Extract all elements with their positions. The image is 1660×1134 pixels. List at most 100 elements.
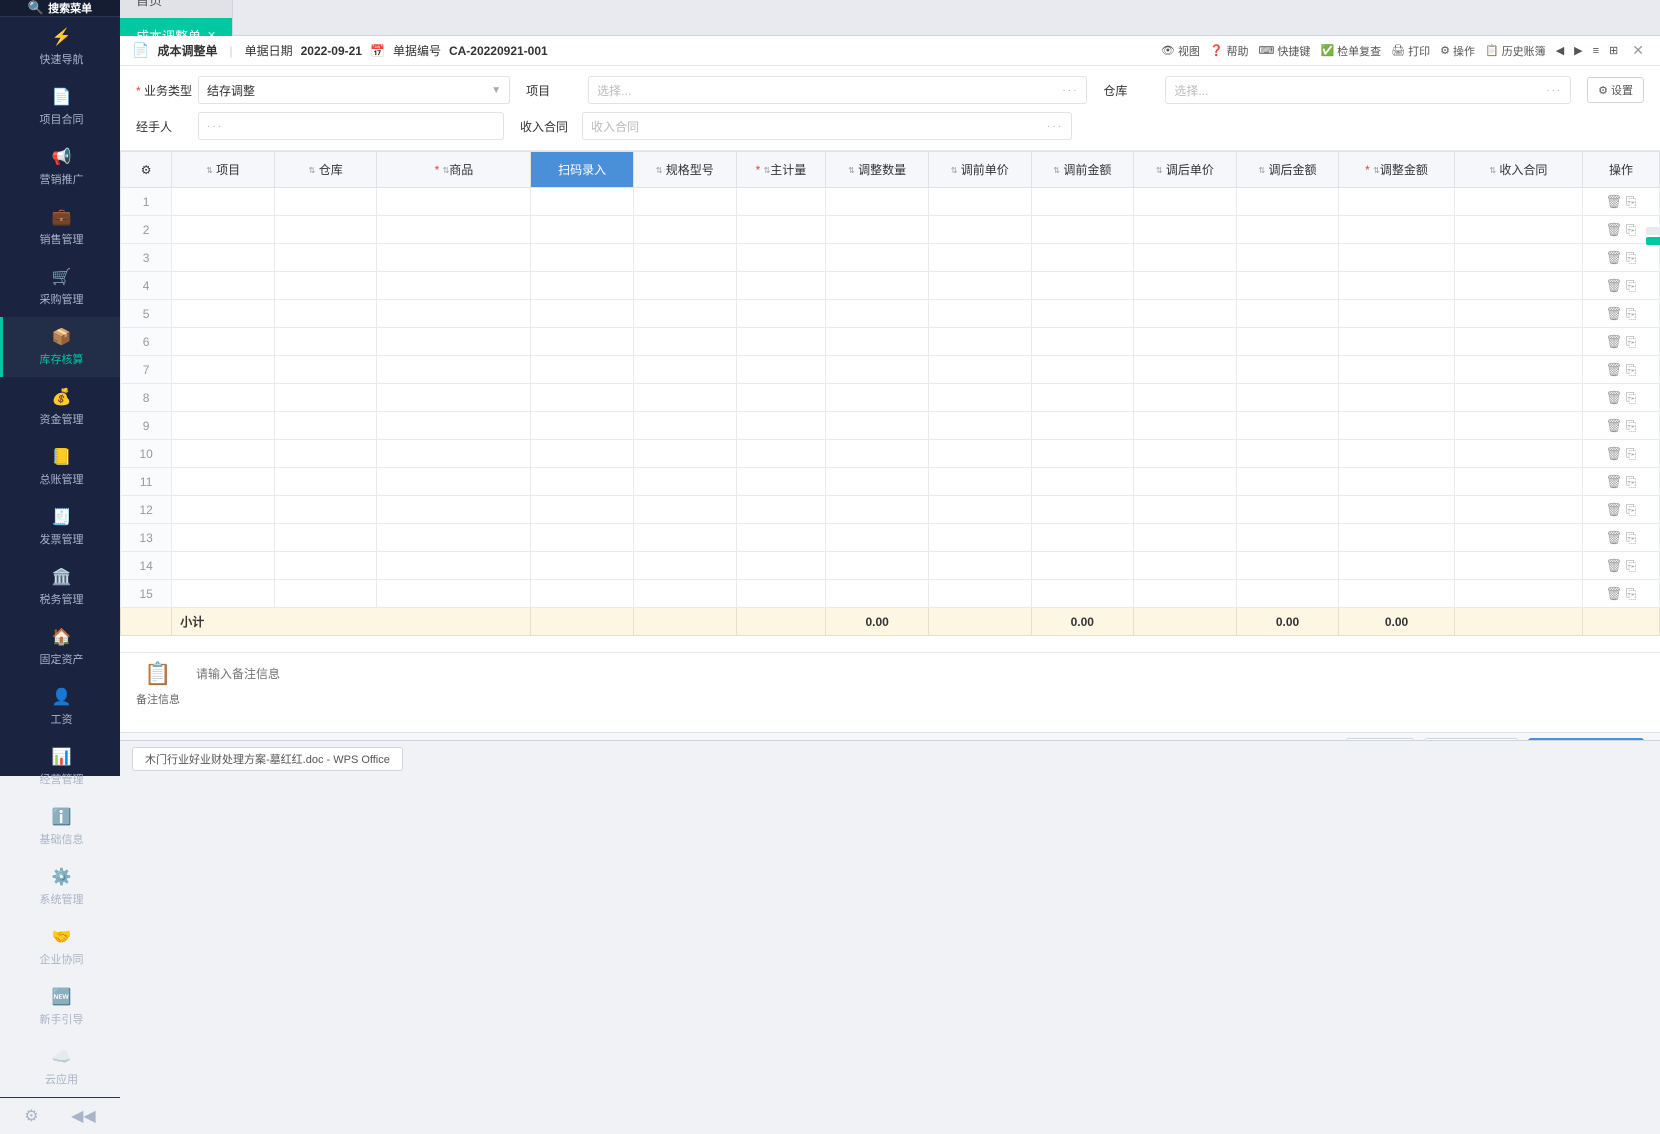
view-btn[interactable]: 👁 视图 [1161, 43, 1200, 59]
copy-icon-15[interactable]: ⎘ [1626, 586, 1636, 602]
print-btn[interactable]: 🖨 打印 [1391, 43, 1430, 59]
tab-home[interactable]: 首页 [120, 0, 233, 18]
delete-icon-10[interactable]: 🗑 [1606, 446, 1623, 462]
cell-11-2[interactable] [377, 468, 531, 496]
delete-icon-15[interactable]: 🗑 [1606, 586, 1623, 602]
cell-15-11[interactable] [1339, 580, 1454, 608]
cell-13-0[interactable] [172, 524, 275, 552]
cell-9-10[interactable] [1236, 412, 1339, 440]
delete-icon-14[interactable]: 🗑 [1606, 558, 1623, 574]
sidebar-item-inventory-calc[interactable]: 📦库存核算 [0, 317, 120, 377]
cell-2-12[interactable] [1454, 216, 1582, 244]
copy-icon-1[interactable]: ⎘ [1626, 194, 1636, 210]
cell-2-10[interactable] [1236, 216, 1339, 244]
cell-2-9[interactable] [1134, 216, 1237, 244]
cell-14-0[interactable] [172, 552, 275, 580]
cell-10-12[interactable] [1454, 440, 1582, 468]
cell-4-2[interactable] [377, 272, 531, 300]
cell-10-2[interactable] [377, 440, 531, 468]
cell-13-12[interactable] [1454, 524, 1582, 552]
cell-14-2[interactable] [377, 552, 531, 580]
cell-1-11[interactable] [1339, 188, 1454, 216]
cell-10-1[interactable] [274, 440, 377, 468]
sidebar-item-sales-management[interactable]: 💼销售管理 [0, 197, 120, 257]
cell-6-7[interactable] [928, 328, 1031, 356]
cell-14-8[interactable] [1031, 552, 1134, 580]
cell-1-8[interactable] [1031, 188, 1134, 216]
cell-4-6[interactable] [826, 272, 929, 300]
sidebar-item-fund-management[interactable]: 💰资金管理 [0, 377, 120, 437]
cell-7-0[interactable] [172, 356, 275, 384]
sidebar-item-invoice-management[interactable]: 🧾发票管理 [0, 497, 120, 557]
cell-7-5[interactable] [736, 356, 826, 384]
cell-5-8[interactable] [1031, 300, 1134, 328]
cell-12-12[interactable] [1454, 496, 1582, 524]
copy-icon-13[interactable]: ⎘ [1626, 530, 1636, 546]
delete-icon-4[interactable]: 🗑 [1606, 278, 1623, 294]
cell-7-6[interactable] [826, 356, 929, 384]
col-scan[interactable]: 扫码录入 [531, 152, 634, 188]
help-btn[interactable]: ❓ 帮助 [1210, 43, 1249, 59]
sidebar-item-fixed-assets[interactable]: 🏠固定资产 [0, 617, 120, 677]
cell-8-9[interactable] [1134, 384, 1237, 412]
delete-icon-6[interactable]: 🗑 [1606, 334, 1623, 350]
cell-14-6[interactable] [826, 552, 929, 580]
cell-10-10[interactable] [1236, 440, 1339, 468]
cell-12-8[interactable] [1031, 496, 1134, 524]
copy-icon-9[interactable]: ⎘ [1626, 418, 1636, 434]
cell-12-11[interactable] [1339, 496, 1454, 524]
cell-1-6[interactable] [826, 188, 929, 216]
cell-12-7[interactable] [928, 496, 1031, 524]
cell-5-9[interactable] [1134, 300, 1237, 328]
cell-8-8[interactable] [1031, 384, 1134, 412]
cell-2-2[interactable] [377, 216, 531, 244]
business-type-input[interactable]: 结存调整 ▼ [198, 76, 510, 104]
cell-7-9[interactable] [1134, 356, 1237, 384]
cell-8-2[interactable] [377, 384, 531, 412]
cell-9-11[interactable] [1339, 412, 1454, 440]
review-btn[interactable]: ✅ 检单复查 [1320, 43, 1381, 59]
cell-4-11[interactable] [1339, 272, 1454, 300]
copy-icon-2[interactable]: ⎘ [1626, 222, 1636, 238]
cell-1-5[interactable] [736, 188, 826, 216]
sidebar-item-basic-info[interactable]: ℹ️基础信息 [0, 797, 120, 857]
cell-5-1[interactable] [274, 300, 377, 328]
cell-15-6[interactable] [826, 580, 929, 608]
calendar-icon[interactable]: 📅 [370, 44, 385, 58]
sidebar-item-tax-management[interactable]: 🏛️税务管理 [0, 557, 120, 617]
cell-6-8[interactable] [1031, 328, 1134, 356]
cell-1-9[interactable] [1134, 188, 1237, 216]
cell-14-12[interactable] [1454, 552, 1582, 580]
copy-icon-10[interactable]: ⎘ [1626, 446, 1636, 462]
close-panel-btn[interactable]: ✕ [1628, 42, 1648, 59]
cell-8-1[interactable] [274, 384, 377, 412]
income-contract-input[interactable]: 收入合同 ··· [582, 112, 1072, 140]
cell-15-9[interactable] [1134, 580, 1237, 608]
cell-9-12[interactable] [1454, 412, 1582, 440]
sidebar-item-ledger-management[interactable]: 📒总账管理 [0, 437, 120, 497]
cell-4-8[interactable] [1031, 272, 1134, 300]
delete-icon-5[interactable]: 🗑 [1606, 306, 1623, 322]
delete-icon-13[interactable]: 🗑 [1606, 530, 1623, 546]
cell-2-0[interactable] [172, 216, 275, 244]
edge-tab-1[interactable] [1646, 227, 1660, 235]
cell-13-8[interactable] [1031, 524, 1134, 552]
cell-3-1[interactable] [274, 244, 377, 272]
history-btn[interactable]: 📋 历史账簿 [1485, 43, 1546, 59]
nav-prev[interactable]: ◀ [1556, 44, 1564, 57]
cell-7-8[interactable] [1031, 356, 1134, 384]
cell-10-5[interactable] [736, 440, 826, 468]
col-settings[interactable]: ⚙ [121, 152, 172, 188]
cell-2-6[interactable] [826, 216, 929, 244]
cell-1-0[interactable] [172, 188, 275, 216]
cell-14-5[interactable] [736, 552, 826, 580]
cell-10-6[interactable] [826, 440, 929, 468]
cell-1-2[interactable] [377, 188, 531, 216]
cell-12-1[interactable] [274, 496, 377, 524]
cell-9-9[interactable] [1134, 412, 1237, 440]
cell-14-7[interactable] [928, 552, 1031, 580]
cell-15-0[interactable] [172, 580, 275, 608]
cell-14-3[interactable] [531, 552, 634, 580]
cell-3-10[interactable] [1236, 244, 1339, 272]
cell-6-4[interactable] [633, 328, 736, 356]
